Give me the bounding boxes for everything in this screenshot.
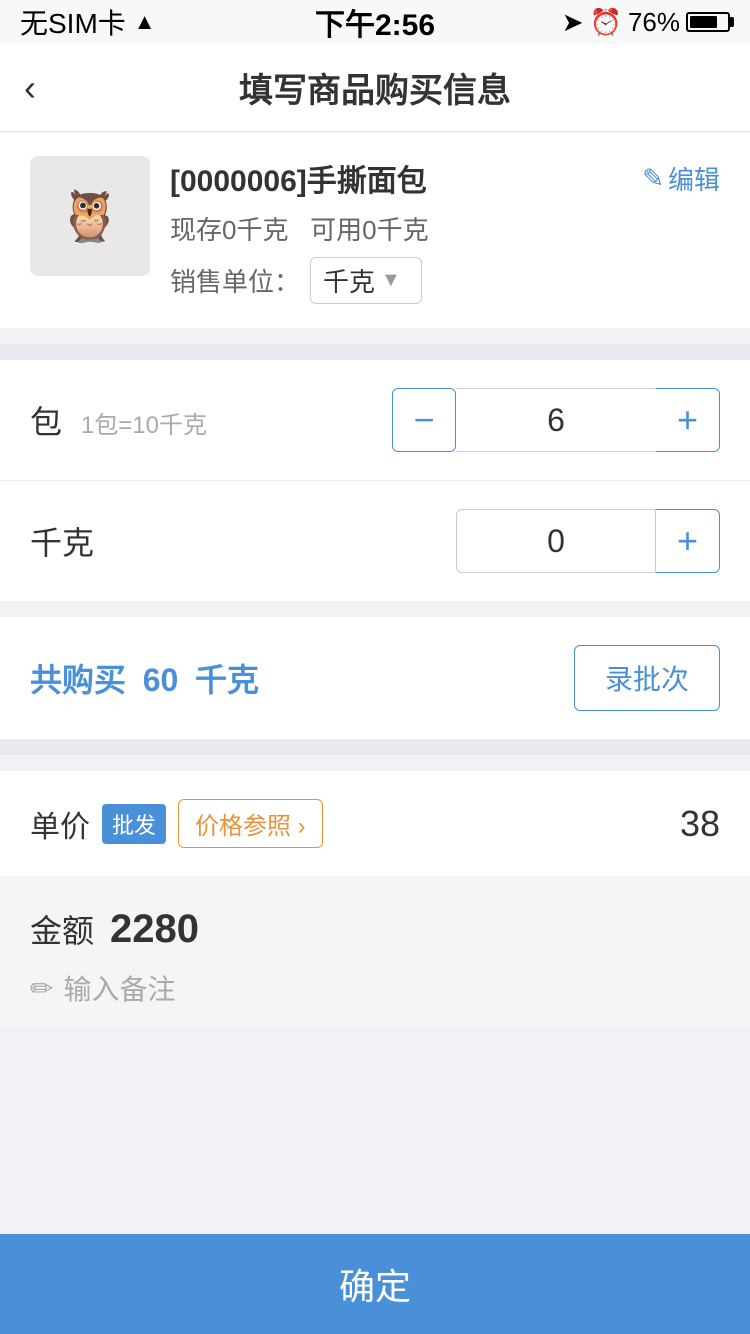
- price-left: 单价 批发 价格参照 ›: [30, 799, 323, 848]
- amount-value: 2280: [110, 907, 199, 952]
- qty-section: 包 1包=10千克 − + 千克 +: [0, 360, 750, 601]
- product-image: 🦉: [30, 156, 150, 276]
- price-value: 38: [680, 803, 720, 845]
- increment-bag-button[interactable]: +: [656, 388, 720, 452]
- status-right: ➤ ⏰ 76%: [562, 7, 730, 38]
- alarm-icon: ⏰: [590, 7, 622, 38]
- qty-hint: 1包=10千克: [81, 412, 207, 439]
- edit-button[interactable]: ✎ 编辑: [642, 160, 720, 197]
- wifi-icon: ▲: [134, 9, 156, 35]
- price-ref-button[interactable]: 价格参照 ›: [178, 799, 323, 848]
- product-name-row: [0000006]手撕面包 ✎ 编辑: [170, 156, 720, 200]
- price-label: 单价: [30, 802, 90, 846]
- amount-label: 金额: [30, 906, 94, 952]
- amount-row: 金额 2280: [30, 906, 720, 952]
- product-stock: 现存0千克 可用0千克: [170, 210, 720, 247]
- battery-bar: [686, 12, 730, 32]
- qty-row-bag: 包 1包=10千克 − +: [0, 360, 750, 481]
- battery-fill: [690, 16, 717, 28]
- product-logo-icon: 🦉: [59, 187, 121, 246]
- product-info: [0000006]手撕面包 ✎ 编辑 现存0千克 可用0千克 销售单位： 千克 …: [170, 156, 720, 304]
- status-left: 无SIM卡 ▲: [20, 2, 156, 42]
- pencil-icon: ✏: [30, 972, 53, 1005]
- divider-2: [0, 739, 750, 755]
- status-time: 下午2:56: [315, 0, 435, 44]
- decrement-bag-button[interactable]: −: [392, 388, 456, 452]
- qty-controls-bag: − +: [392, 388, 720, 452]
- increment-kg-button[interactable]: +: [656, 509, 720, 573]
- unit-select[interactable]: 千克 ▼: [310, 257, 422, 304]
- qty-label-bag: 包 1包=10千克: [30, 397, 392, 443]
- product-name: [0000006]手撕面包: [170, 156, 427, 200]
- qty-label-kg: 千克: [30, 518, 456, 564]
- location-icon: ➤: [562, 7, 584, 38]
- qty-input-kg[interactable]: [456, 509, 656, 573]
- batch-button[interactable]: 录批次: [574, 645, 720, 711]
- total-section: 共购买 60 千克 录批次: [0, 617, 750, 739]
- carrier-text: 无SIM卡: [20, 2, 126, 42]
- divider-1: [0, 344, 750, 360]
- confirm-button[interactable]: 确定: [0, 1234, 750, 1334]
- total-quantity: 60: [143, 662, 179, 698]
- note-placeholder: 输入备注: [63, 968, 175, 1008]
- status-bar: 无SIM卡 ▲ 下午2:56 ➤ ⏰ 76%: [0, 0, 750, 44]
- page-title: 填写商品购买信息: [239, 63, 511, 112]
- battery-percent: 76%: [628, 7, 680, 38]
- product-section: 🦉 [0000006]手撕面包 ✎ 编辑 现存0千克 可用0千克 销售单位： 千…: [0, 132, 750, 328]
- qty-input-bag[interactable]: [456, 388, 656, 452]
- note-row[interactable]: ✏ 输入备注: [30, 968, 720, 1008]
- price-section: 单价 批发 价格参照 › 38: [0, 771, 750, 876]
- total-text: 共购买 60 千克: [30, 655, 259, 701]
- unit-label: 销售单位：: [170, 262, 300, 299]
- nav-bar: ‹ 填写商品购买信息: [0, 44, 750, 132]
- back-button[interactable]: ‹: [24, 67, 36, 109]
- qty-row-kg: 千克 +: [0, 481, 750, 601]
- price-tag: 批发: [102, 804, 166, 844]
- chevron-down-icon: ▼: [381, 269, 401, 292]
- qty-controls-kg: +: [456, 509, 720, 573]
- edit-icon: ✎: [642, 163, 664, 194]
- amount-section: 金额 2280 ✏ 输入备注: [0, 876, 750, 1028]
- product-unit-row: 销售单位： 千克 ▼: [170, 257, 720, 304]
